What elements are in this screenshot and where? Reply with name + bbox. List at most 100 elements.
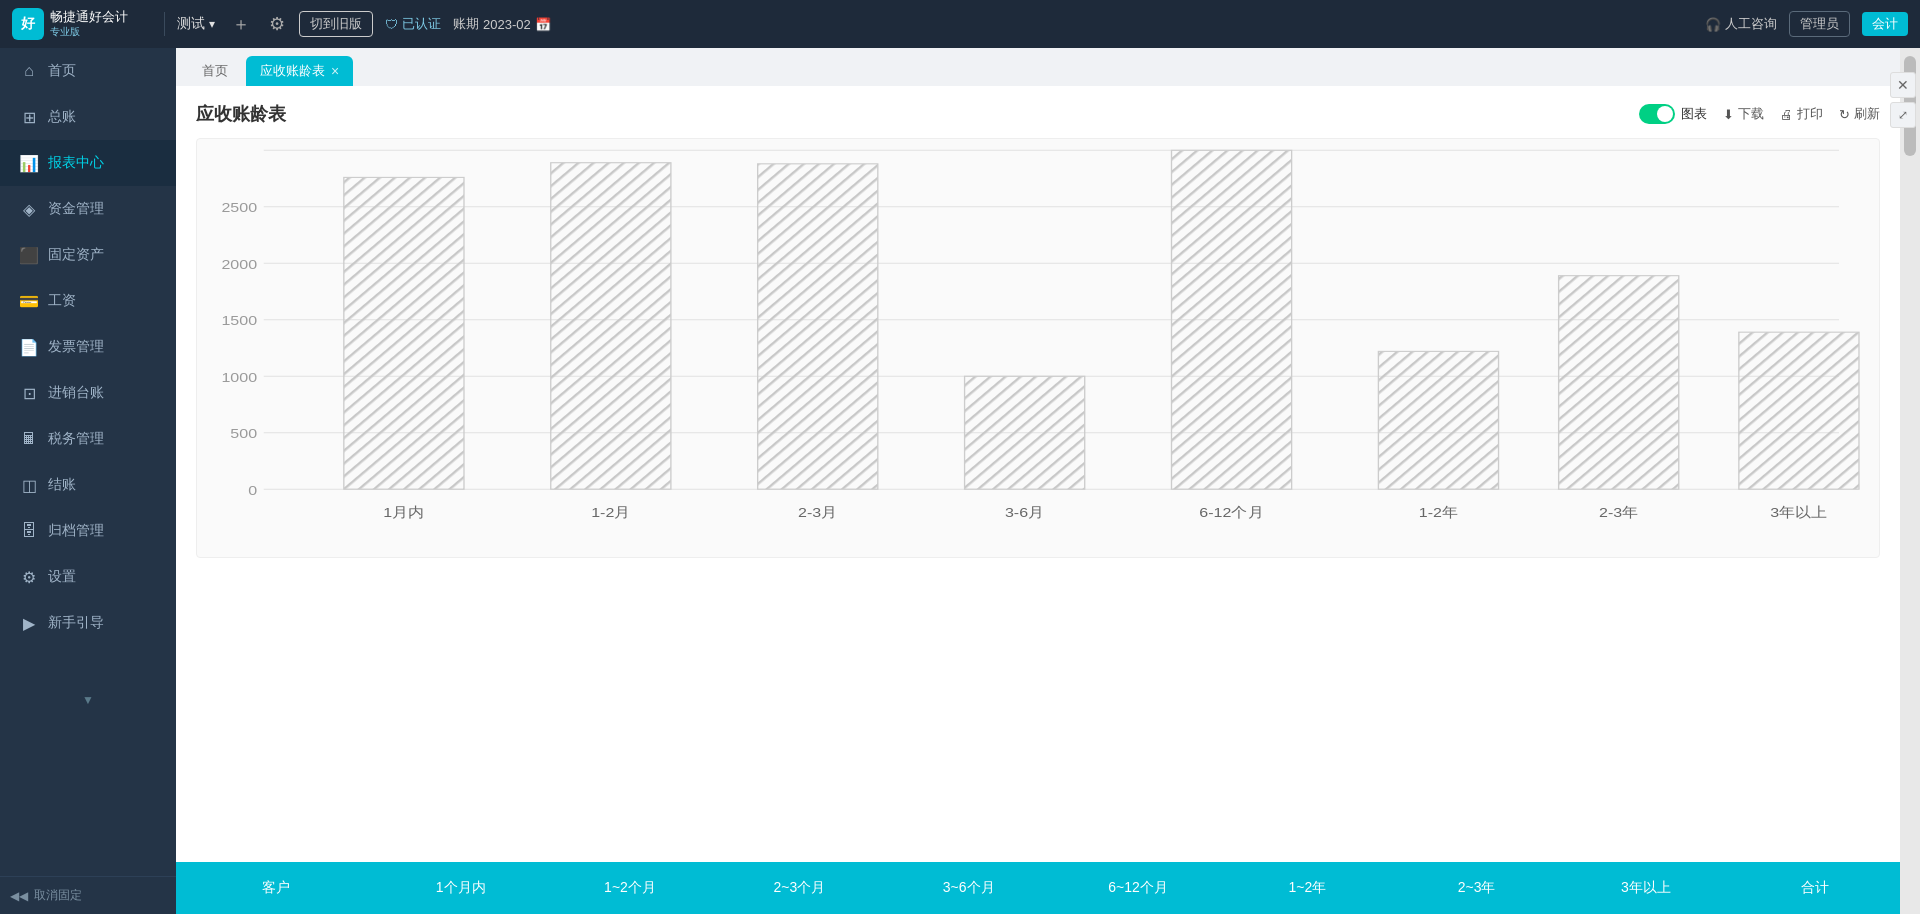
role-button[interactable]: 会计 [1862,12,1908,36]
funds-icon: ◈ [20,200,38,218]
svg-text:1-2年: 1-2年 [1419,506,1458,521]
table-col-2m: 1~2个月 [545,879,714,897]
svg-text:1000: 1000 [221,370,257,385]
svg-rect-16 [965,376,1085,489]
chart-toggle-label: 图表 [1681,105,1707,123]
add-button[interactable]: ＋ [227,10,255,38]
sidebar-item-ledger[interactable]: ⊞ 总账 [0,94,176,140]
user-button[interactable]: 管理员 [1789,11,1850,37]
tab-home[interactable]: 首页 [188,56,242,86]
tax-icon: 🖩 [20,430,38,448]
consult-button[interactable]: 🎧 人工咨询 [1705,15,1777,33]
svg-text:2500: 2500 [221,201,257,216]
sidebar-label-salary: 工资 [48,292,76,310]
switch-version-button[interactable]: 切到旧版 [299,11,373,37]
topbar: 好 畅捷通好会计 专业版 测试 ▾ ＋ ⚙ 切到旧版 🛡 已认证 账期 2023… [0,0,1920,48]
invoice-icon: 📄 [20,338,38,356]
home-icon: ⌂ [20,62,38,80]
sidebar-label-funds: 资金管理 [48,200,104,218]
sidebar-label-home: 首页 [48,62,76,80]
svg-text:2-3年: 2-3年 [1599,506,1638,521]
right-scrollbar[interactable]: ✕ ⤢ [1900,48,1920,914]
sidebar-item-home[interactable]: ⌂ 首页 [0,48,176,94]
sidebar-item-funds[interactable]: ◈ 资金管理 [0,186,176,232]
scroll-down-icon: ▼ [82,693,94,707]
refresh-icon: ↻ [1839,107,1850,122]
project-name: 测试 [177,15,205,33]
closing-icon: ◫ [20,476,38,494]
svg-text:3年以上: 3年以上 [1770,506,1827,521]
table-col-total: 合计 [1731,879,1900,897]
sidebar-item-settings[interactable]: ⚙ 设置 [0,554,176,600]
sidebar-label-assets: 固定资产 [48,246,104,264]
archive-icon: 🗄 [20,522,38,540]
chart-toggle[interactable]: 图表 [1639,104,1707,124]
table-col-3y: 2~3年 [1392,879,1561,897]
content-area: 首页 应收账龄表 × 应收账龄表 图表 [176,48,1900,914]
svg-text:500: 500 [230,427,257,442]
period-value: 2023-02 [483,17,531,32]
sidebar-item-reports[interactable]: 📊 报表中心 [0,140,176,186]
reports-icon: 📊 [20,154,38,172]
table-col-customer: 客户 [176,879,376,897]
main-layout: ⌂ 首页 ⊞ 总账 📊 报表中心 ◈ 资金管理 ⬛ 固定资产 💳 工资 📄 发票… [0,48,1920,914]
sidebar-label-ledger: 总账 [48,108,76,126]
toggle-thumb [1657,106,1673,122]
expand-window-button[interactable]: ⤢ [1890,102,1916,128]
close-window-button[interactable]: ✕ [1890,72,1916,98]
table-section: 客户 1个月内 1~2个月 2~3个月 3~6个月 6~12个月 1~2年 2~… [176,862,1900,914]
settings-icon[interactable]: ⚙ [263,10,291,38]
app-edition: 专业版 [50,25,128,39]
sidebar-item-archive[interactable]: 🗄 归档管理 [0,508,176,554]
window-controls: ✕ ⤢ [1886,68,1920,132]
sidebar-item-salary[interactable]: 💳 工资 [0,278,176,324]
tab-aging-label: 应收账龄表 [260,62,325,80]
sidebar-label-invoice: 发票管理 [48,338,104,356]
sidebar-label-guide: 新手引导 [48,614,104,632]
sidebar-label-reports: 报表中心 [48,154,104,172]
ledger-icon: ⊞ [20,108,38,126]
toggle-track[interactable] [1639,104,1675,124]
svg-rect-17 [1171,150,1291,489]
table-col-6m: 3~6个月 [884,879,1053,897]
svg-rect-18 [1378,351,1498,489]
svg-text:1500: 1500 [221,314,257,329]
tab-close-icon[interactable]: × [331,63,339,79]
print-label: 打印 [1797,105,1823,123]
logo-icon: 好 [12,8,44,40]
sidebar-item-invoice[interactable]: 📄 发票管理 [0,324,176,370]
print-icon: 🖨 [1780,107,1793,122]
sidebar-item-assets[interactable]: ⬛ 固定资产 [0,232,176,278]
sidebar-item-closing[interactable]: ◫ 结账 [0,462,176,508]
bar-chart: 0 500 1000 1500 2000 2500 [197,139,1879,557]
sidebar-label-settings: 设置 [48,568,76,586]
tab-aging[interactable]: 应收账龄表 × [246,56,353,86]
svg-rect-13 [344,177,464,489]
app-name: 畅捷通好会计 [50,9,128,25]
svg-text:3-6月: 3-6月 [1005,506,1044,521]
inventory-icon: ⊡ [20,384,38,402]
sidebar-item-tax[interactable]: 🖩 税务管理 [0,416,176,462]
period-info: 账期 2023-02 📅 [453,15,551,33]
svg-rect-14 [551,163,671,489]
guide-icon: ▶ [20,614,38,632]
unpin-button[interactable]: ◀◀ 取消固定 [0,876,176,914]
page-content: 应收账龄表 图表 ⬇ 下载 🖨 打印 [176,86,1900,914]
sidebar-item-guide[interactable]: ▶ 新手引导 [0,600,176,646]
print-button[interactable]: 🖨 打印 [1780,105,1823,123]
period-label: 账期 [453,15,479,33]
sidebar-label-closing: 结账 [48,476,76,494]
project-selector[interactable]: 测试 ▾ [177,15,215,33]
calendar-icon: 📅 [535,17,551,32]
svg-text:6-12个月: 6-12个月 [1199,506,1263,521]
sidebar-item-inventory[interactable]: ⊡ 进销台账 [0,370,176,416]
download-button[interactable]: ⬇ 下载 [1723,105,1764,123]
table-col-12m: 6~12个月 [1053,879,1222,897]
tab-home-label: 首页 [202,63,228,78]
shield-icon: 🛡 [385,17,398,32]
topbar-divider-1 [164,12,165,36]
sidebar-label-inventory: 进销台账 [48,384,104,402]
svg-rect-15 [758,164,878,489]
refresh-button[interactable]: ↻ 刷新 [1839,105,1880,123]
sidebar: ⌂ 首页 ⊞ 总账 📊 报表中心 ◈ 资金管理 ⬛ 固定资产 💳 工资 📄 发票… [0,48,176,914]
